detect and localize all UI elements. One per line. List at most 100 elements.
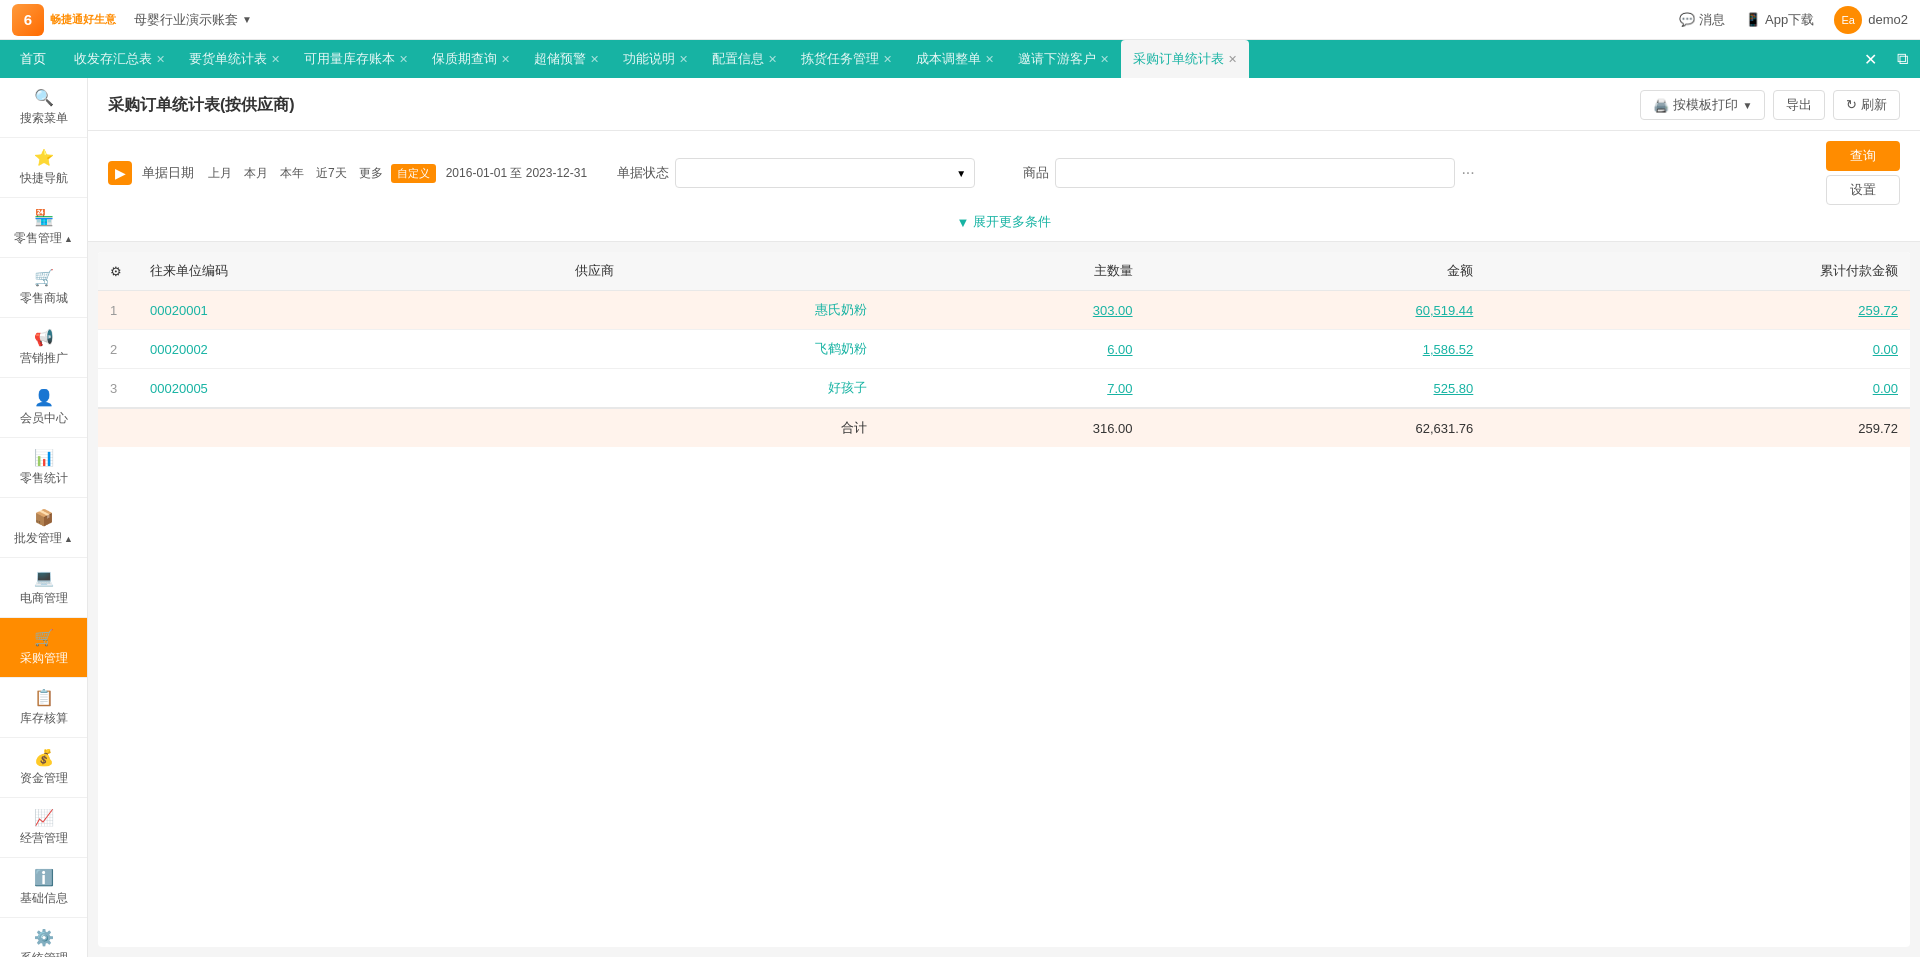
print-button[interactable]: 🖨️ 按模板打印 ▼ [1640, 90, 1765, 120]
filter-toggle-btn[interactable]: ▶ [108, 161, 132, 185]
tab-成本调整单[interactable]: 成本调整单✕ [904, 40, 1006, 78]
topbar: 6 畅捷通好生意 母婴行业演示账套 ▼ 💬 消息 📱 App下载 Ea demo… [0, 0, 1920, 40]
store-icon: 🏪 [34, 208, 54, 227]
sidebar-item-search[interactable]: 🔍 搜索菜单 [0, 78, 87, 138]
cart-icon: 🛒 [34, 268, 54, 287]
sidebar-item-inventory[interactable]: 📋 库存核算 [0, 678, 87, 738]
shortcut-this-month[interactable]: 本月 [240, 163, 272, 184]
close-icon[interactable]: ✕ [156, 53, 165, 66]
sidebar-item-wholesale[interactable]: 📦 批发管理▲ [0, 498, 87, 558]
row-qty[interactable]: 6.00 [879, 330, 1144, 369]
info-icon: ℹ️ [34, 868, 54, 887]
refresh-icon: ↻ [1846, 97, 1857, 112]
tab-收发存汇总表[interactable]: 收发存汇总表✕ [62, 40, 177, 78]
row-code[interactable]: 00020005 [138, 369, 563, 409]
close-icon[interactable]: ✕ [399, 53, 408, 66]
sidebar-item-operations[interactable]: 📈 经营管理 [0, 798, 87, 858]
query-button[interactable]: 查询 [1826, 141, 1900, 171]
tab-邀请下游客户[interactable]: 邀请下游客户✕ [1006, 40, 1121, 78]
row-num: 2 [98, 330, 138, 369]
sidebar-item-retail-mall[interactable]: 🛒 零售商城 [0, 258, 87, 318]
close-icon[interactable]: ✕ [271, 53, 280, 66]
logo: 6 畅捷通好生意 [12, 4, 116, 36]
sidebar-item-system[interactable]: ⚙️ 系统管理 [0, 918, 87, 957]
goods-filter-label: 商品 [1023, 164, 1049, 182]
close-icon[interactable]: ✕ [1228, 53, 1237, 66]
tab-采购订单统计表[interactable]: 采购订单统计表✕ [1121, 40, 1249, 78]
col-supplier: 供应商 [563, 252, 879, 291]
footer-qty: 316.00 [879, 408, 1144, 447]
expand-icon: ▲ [64, 234, 73, 244]
sidebar-item-retail-mgmt[interactable]: 🏪 零售管理▲ [0, 198, 87, 258]
logo-text: 畅捷通好生意 [50, 12, 116, 26]
row-amount[interactable]: 525.80 [1145, 369, 1486, 409]
tab-拣货任务管理[interactable]: 拣货任务管理✕ [789, 40, 904, 78]
goods-search-input[interactable] [1055, 158, 1455, 188]
messages-btn[interactable]: 💬 消息 [1679, 11, 1725, 29]
shortcut-last-month[interactable]: 上月 [204, 163, 236, 184]
sidebar-item-purchase[interactable]: 🛒 采购管理 [0, 618, 87, 678]
nav-restore-btn[interactable]: ⧉ [1889, 46, 1916, 72]
user-area[interactable]: Ea demo2 [1834, 6, 1908, 34]
date-filter-label: 单据日期 [142, 164, 194, 182]
sidebar-item-marketing[interactable]: 📢 营销推广 [0, 318, 87, 378]
shortcut-more[interactable]: 更多 [355, 163, 387, 184]
expand-more-btn[interactable]: ▼ 展开更多条件 [957, 213, 1052, 231]
tab-可用量库存账本[interactable]: 可用量库存账本✕ [292, 40, 420, 78]
row-paid[interactable]: 0.00 [1485, 330, 1910, 369]
close-icon[interactable]: ✕ [501, 53, 510, 66]
purchase-icon: 🛒 [34, 628, 54, 647]
trending-icon: 📈 [34, 808, 54, 827]
sidebar-item-ecommerce[interactable]: 💻 电商管理 [0, 558, 87, 618]
row-paid[interactable]: 0.00 [1485, 369, 1910, 409]
tab-超储预警[interactable]: 超储预警✕ [522, 40, 611, 78]
settings-icon: ⚙ [110, 264, 122, 279]
tab-配置信息[interactable]: 配置信息✕ [700, 40, 789, 78]
tab-功能说明[interactable]: 功能说明✕ [611, 40, 700, 78]
gear-icon: ⚙️ [34, 928, 54, 947]
row-qty[interactable]: 303.00 [879, 291, 1144, 330]
row-code[interactable]: 00020001 [138, 291, 563, 330]
star-icon: ⭐ [34, 148, 54, 167]
filter-area: ▶ 单据日期 上月 本月 本年 近7天 更多 自定义 2016-01-01 至 … [88, 131, 1920, 242]
app-download-btn[interactable]: 📱 App下载 [1745, 11, 1814, 29]
row-amount[interactable]: 1,586.52 [1145, 330, 1486, 369]
shortcut-7days[interactable]: 近7天 [312, 163, 351, 184]
workspace-selector[interactable]: 母婴行业演示账套 ▼ [134, 11, 252, 29]
row-supplier[interactable]: 好孩子 [563, 369, 879, 409]
printer-icon: 🖨️ [1653, 98, 1669, 113]
sidebar-item-basic-info[interactable]: ℹ️ 基础信息 [0, 858, 87, 918]
row-qty[interactable]: 7.00 [879, 369, 1144, 409]
col-settings[interactable]: ⚙ [98, 252, 138, 291]
close-icon[interactable]: ✕ [768, 53, 777, 66]
more-options-icon[interactable]: ··· [1461, 164, 1474, 182]
close-icon[interactable]: ✕ [1100, 53, 1109, 66]
nav-close-btn[interactable]: ✕ [1856, 46, 1885, 73]
tab-要货单统计表[interactable]: 要货单统计表✕ [177, 40, 292, 78]
settings-button[interactable]: 设置 [1826, 175, 1900, 205]
row-code[interactable]: 00020002 [138, 330, 563, 369]
row-supplier[interactable]: 飞鹤奶粉 [563, 330, 879, 369]
sidebar-item-members[interactable]: 👤 会员中心 [0, 378, 87, 438]
row-paid[interactable]: 259.72 [1485, 291, 1910, 330]
sidebar-item-shortcuts[interactable]: ⭐ 快捷导航 [0, 138, 87, 198]
row-amount[interactable]: 60,519.44 [1145, 291, 1486, 330]
megaphone-icon: 📢 [34, 328, 54, 347]
table-row: 2 00020002 飞鹤奶粉 6.00 1,586.52 0.00 [98, 330, 1910, 369]
tab-保质期查询[interactable]: 保质期查询✕ [420, 40, 522, 78]
row-supplier[interactable]: 惠氏奶粉 [563, 291, 879, 330]
export-button[interactable]: 导出 [1773, 90, 1825, 120]
close-icon[interactable]: ✕ [679, 53, 688, 66]
tab-home[interactable]: 首页 [4, 40, 62, 78]
refresh-button[interactable]: ↻ 刷新 [1833, 90, 1900, 120]
sidebar-item-finance[interactable]: 💰 资金管理 [0, 738, 87, 798]
row-num: 3 [98, 369, 138, 409]
close-icon[interactable]: ✕ [985, 53, 994, 66]
custom-date-badge[interactable]: 自定义 [391, 164, 436, 183]
main-content: 采购订单统计表(按供应商) 🖨️ 按模板打印 ▼ 导出 ↻ 刷新 ▶ [88, 78, 1920, 957]
shortcut-this-year[interactable]: 本年 [276, 163, 308, 184]
sidebar-item-retail-stats[interactable]: 📊 零售统计 [0, 438, 87, 498]
close-icon[interactable]: ✕ [590, 53, 599, 66]
close-icon[interactable]: ✕ [883, 53, 892, 66]
status-select[interactable]: ▼ [675, 158, 975, 188]
